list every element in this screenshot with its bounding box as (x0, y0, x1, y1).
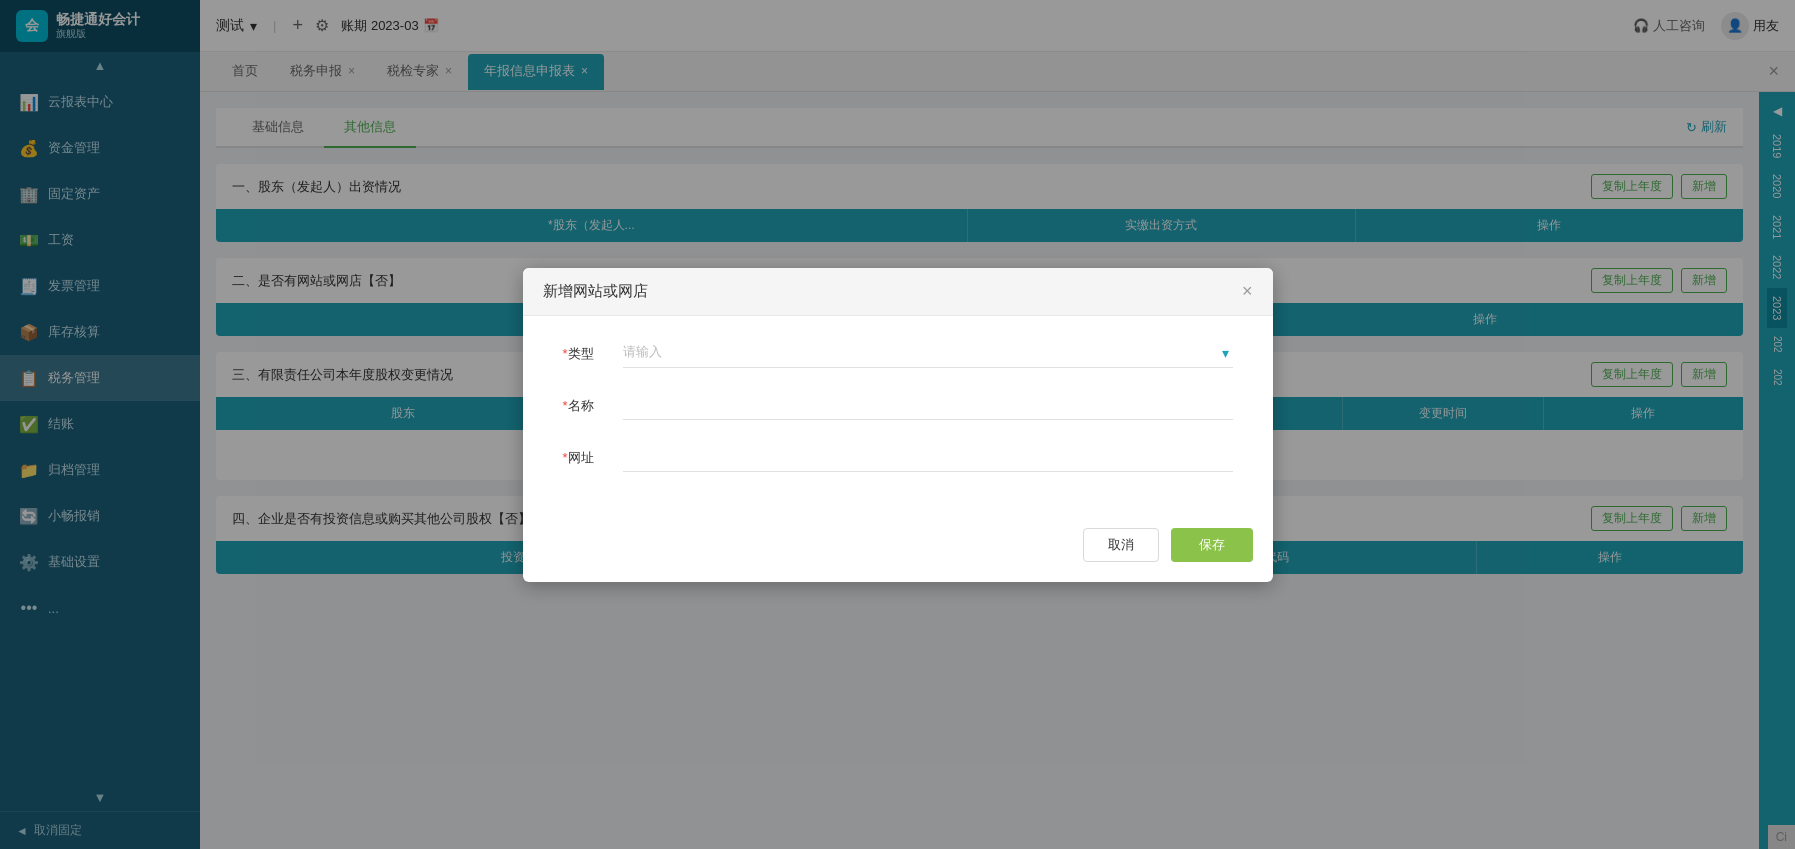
type-input-wrap: ▾ (623, 340, 1233, 368)
url-input-wrap (623, 444, 1233, 472)
dialog-title: 新增网站或网店 (543, 282, 648, 301)
save-button[interactable]: 保存 (1171, 528, 1253, 562)
form-row-name: *名称 (563, 392, 1233, 420)
name-input[interactable] (623, 392, 1233, 415)
type-label: *类型 (563, 345, 623, 363)
name-input-wrap (623, 392, 1233, 420)
url-label: *网址 (563, 449, 623, 467)
url-input[interactable] (623, 444, 1233, 467)
name-label: *名称 (563, 397, 623, 415)
dialog-body: *类型 ▾ *名称 *网址 (523, 316, 1273, 516)
type-input[interactable] (623, 340, 1233, 363)
form-row-type: *类型 ▾ (563, 340, 1233, 368)
dialog-footer: 取消 保存 (523, 516, 1273, 582)
modal-overlay[interactable]: 新增网站或网店 × *类型 ▾ *名称 (0, 0, 1795, 849)
add-website-dialog: 新增网站或网店 × *类型 ▾ *名称 (523, 268, 1273, 582)
form-row-url: *网址 (563, 444, 1233, 472)
cancel-button[interactable]: 取消 (1083, 528, 1159, 562)
dialog-close-button[interactable]: × (1242, 282, 1253, 300)
type-dropdown-icon[interactable]: ▾ (1222, 345, 1229, 361)
dialog-header: 新增网站或网店 × (523, 268, 1273, 316)
